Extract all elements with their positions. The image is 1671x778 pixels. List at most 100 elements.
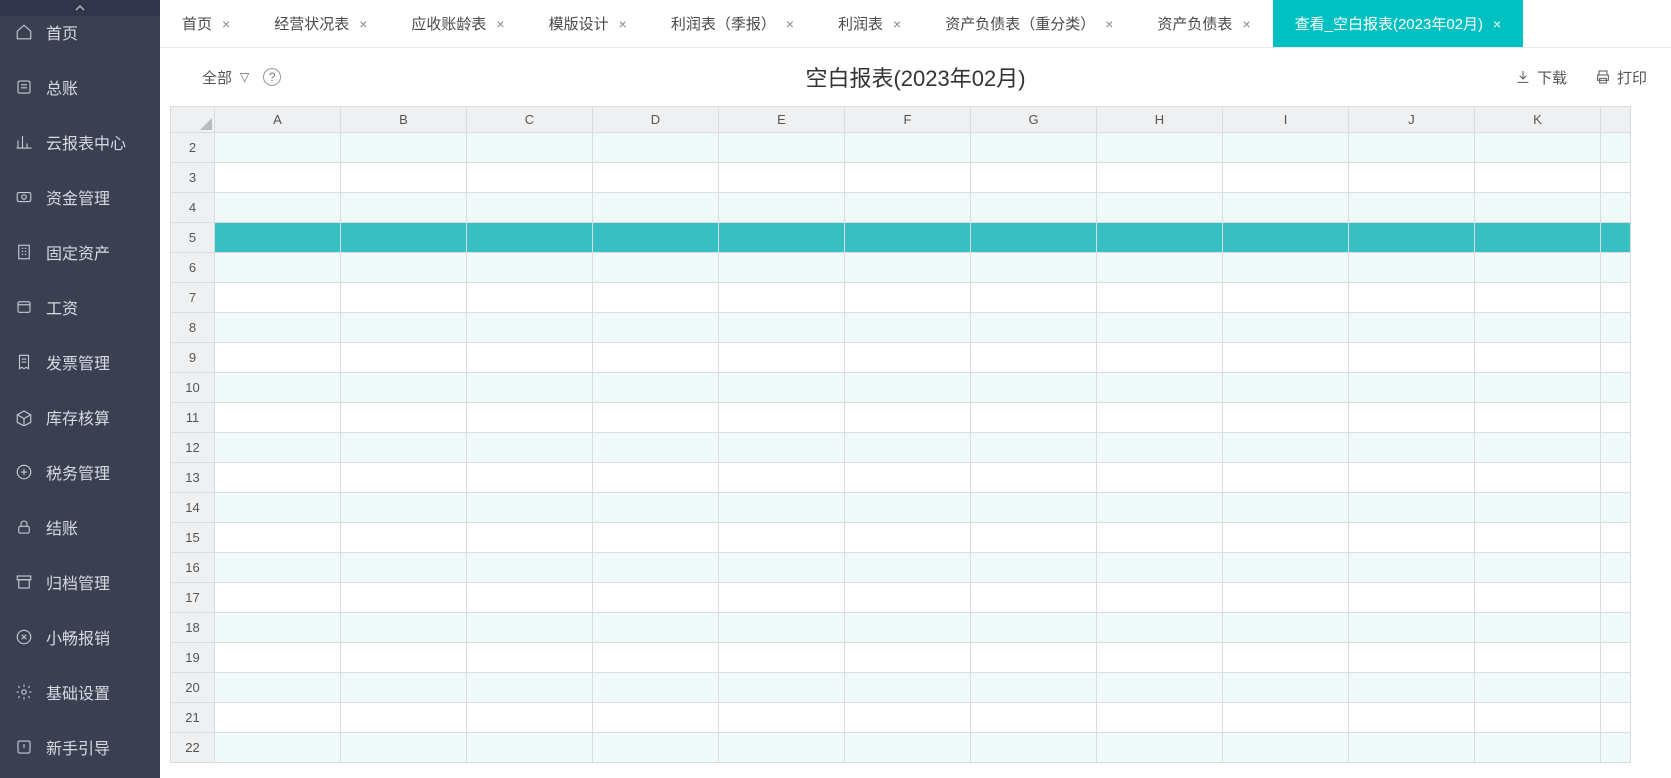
row-header-9[interactable]: 9 xyxy=(171,343,215,373)
sidebar-scroll-up-button[interactable] xyxy=(0,0,160,16)
cell-H17[interactable] xyxy=(1097,583,1223,613)
cell-A20[interactable] xyxy=(215,673,341,703)
sheet-corner[interactable] xyxy=(171,107,215,133)
sidebar-item-reimburse[interactable]: 小畅报销 xyxy=(0,609,160,664)
sidebar-item-base-settings[interactable]: 基础设置 xyxy=(0,664,160,719)
column-header-J[interactable]: J xyxy=(1349,107,1475,133)
sidebar-item-funds[interactable]: 资金管理 xyxy=(0,169,160,224)
cell-C11[interactable] xyxy=(467,403,593,433)
cell-B12[interactable] xyxy=(341,433,467,463)
cell-extra-4[interactable] xyxy=(1601,193,1631,223)
cell-K11[interactable] xyxy=(1475,403,1601,433)
cell-E10[interactable] xyxy=(719,373,845,403)
cell-C10[interactable] xyxy=(467,373,593,403)
cell-C14[interactable] xyxy=(467,493,593,523)
cell-J13[interactable] xyxy=(1349,463,1475,493)
cell-G3[interactable] xyxy=(971,163,1097,193)
cell-I22[interactable] xyxy=(1223,733,1349,763)
row-header-17[interactable]: 17 xyxy=(171,583,215,613)
cell-K5[interactable] xyxy=(1475,223,1601,253)
cell-H8[interactable] xyxy=(1097,313,1223,343)
cell-C5[interactable] xyxy=(467,223,593,253)
cell-B21[interactable] xyxy=(341,703,467,733)
row-header-7[interactable]: 7 xyxy=(171,283,215,313)
cell-H18[interactable] xyxy=(1097,613,1223,643)
cell-extra-19[interactable] xyxy=(1601,643,1631,673)
cell-C16[interactable] xyxy=(467,553,593,583)
column-header-A[interactable]: A xyxy=(215,107,341,133)
cell-I18[interactable] xyxy=(1223,613,1349,643)
close-icon[interactable]: × xyxy=(619,16,627,32)
column-header-D[interactable]: D xyxy=(593,107,719,133)
cell-A4[interactable] xyxy=(215,193,341,223)
row-header-2[interactable]: 2 xyxy=(171,133,215,163)
cell-E9[interactable] xyxy=(719,343,845,373)
cell-E4[interactable] xyxy=(719,193,845,223)
cell-K4[interactable] xyxy=(1475,193,1601,223)
row-header-18[interactable]: 18 xyxy=(171,613,215,643)
cell-J14[interactable] xyxy=(1349,493,1475,523)
cell-extra-20[interactable] xyxy=(1601,673,1631,703)
tab-3[interactable]: 模版设计× xyxy=(527,0,649,47)
download-button[interactable]: 下载 xyxy=(1515,67,1567,88)
spreadsheet[interactable]: ABCDEFGHIJK23456789101112131415161718192… xyxy=(160,106,1671,778)
cell-K18[interactable] xyxy=(1475,613,1601,643)
cell-C21[interactable] xyxy=(467,703,593,733)
cell-C4[interactable] xyxy=(467,193,593,223)
cell-H4[interactable] xyxy=(1097,193,1223,223)
cell-I5[interactable] xyxy=(1223,223,1349,253)
close-icon[interactable]: × xyxy=(1493,16,1501,32)
cell-A17[interactable] xyxy=(215,583,341,613)
cell-B5[interactable] xyxy=(341,223,467,253)
cell-I19[interactable] xyxy=(1223,643,1349,673)
tab-1[interactable]: 经营状况表× xyxy=(252,0,389,47)
cell-F2[interactable] xyxy=(845,133,971,163)
cell-H10[interactable] xyxy=(1097,373,1223,403)
tab-4[interactable]: 利润表（季报）× xyxy=(649,0,816,47)
cell-F21[interactable] xyxy=(845,703,971,733)
cell-extra-17[interactable] xyxy=(1601,583,1631,613)
cell-E5[interactable] xyxy=(719,223,845,253)
cell-G13[interactable] xyxy=(971,463,1097,493)
cell-extra-21[interactable] xyxy=(1601,703,1631,733)
column-header-F[interactable]: F xyxy=(845,107,971,133)
cell-F6[interactable] xyxy=(845,253,971,283)
cell-D2[interactable] xyxy=(593,133,719,163)
cell-E15[interactable] xyxy=(719,523,845,553)
sidebar-item-inventory[interactable]: 库存核算 xyxy=(0,389,160,444)
help-icon[interactable]: ? xyxy=(263,68,281,86)
cell-F16[interactable] xyxy=(845,553,971,583)
cell-G20[interactable] xyxy=(971,673,1097,703)
column-header-C[interactable]: C xyxy=(467,107,593,133)
cell-I20[interactable] xyxy=(1223,673,1349,703)
cell-B9[interactable] xyxy=(341,343,467,373)
cell-J12[interactable] xyxy=(1349,433,1475,463)
cell-C12[interactable] xyxy=(467,433,593,463)
cell-G18[interactable] xyxy=(971,613,1097,643)
cell-D10[interactable] xyxy=(593,373,719,403)
cell-J2[interactable] xyxy=(1349,133,1475,163)
cell-C20[interactable] xyxy=(467,673,593,703)
cell-J21[interactable] xyxy=(1349,703,1475,733)
cell-A15[interactable] xyxy=(215,523,341,553)
cell-A22[interactable] xyxy=(215,733,341,763)
close-icon[interactable]: × xyxy=(496,16,504,32)
cell-G11[interactable] xyxy=(971,403,1097,433)
cell-E11[interactable] xyxy=(719,403,845,433)
cell-E13[interactable] xyxy=(719,463,845,493)
cell-K8[interactable] xyxy=(1475,313,1601,343)
close-icon[interactable]: × xyxy=(1105,16,1113,32)
cell-I17[interactable] xyxy=(1223,583,1349,613)
row-header-20[interactable]: 20 xyxy=(171,673,215,703)
cell-I4[interactable] xyxy=(1223,193,1349,223)
cell-B13[interactable] xyxy=(341,463,467,493)
cell-D5[interactable] xyxy=(593,223,719,253)
cell-H9[interactable] xyxy=(1097,343,1223,373)
cell-H6[interactable] xyxy=(1097,253,1223,283)
tab-6[interactable]: 资产负债表（重分类）× xyxy=(923,0,1135,47)
column-header-I[interactable]: I xyxy=(1223,107,1349,133)
row-header-12[interactable]: 12 xyxy=(171,433,215,463)
cell-H22[interactable] xyxy=(1097,733,1223,763)
cell-K19[interactable] xyxy=(1475,643,1601,673)
cell-extra-11[interactable] xyxy=(1601,403,1631,433)
